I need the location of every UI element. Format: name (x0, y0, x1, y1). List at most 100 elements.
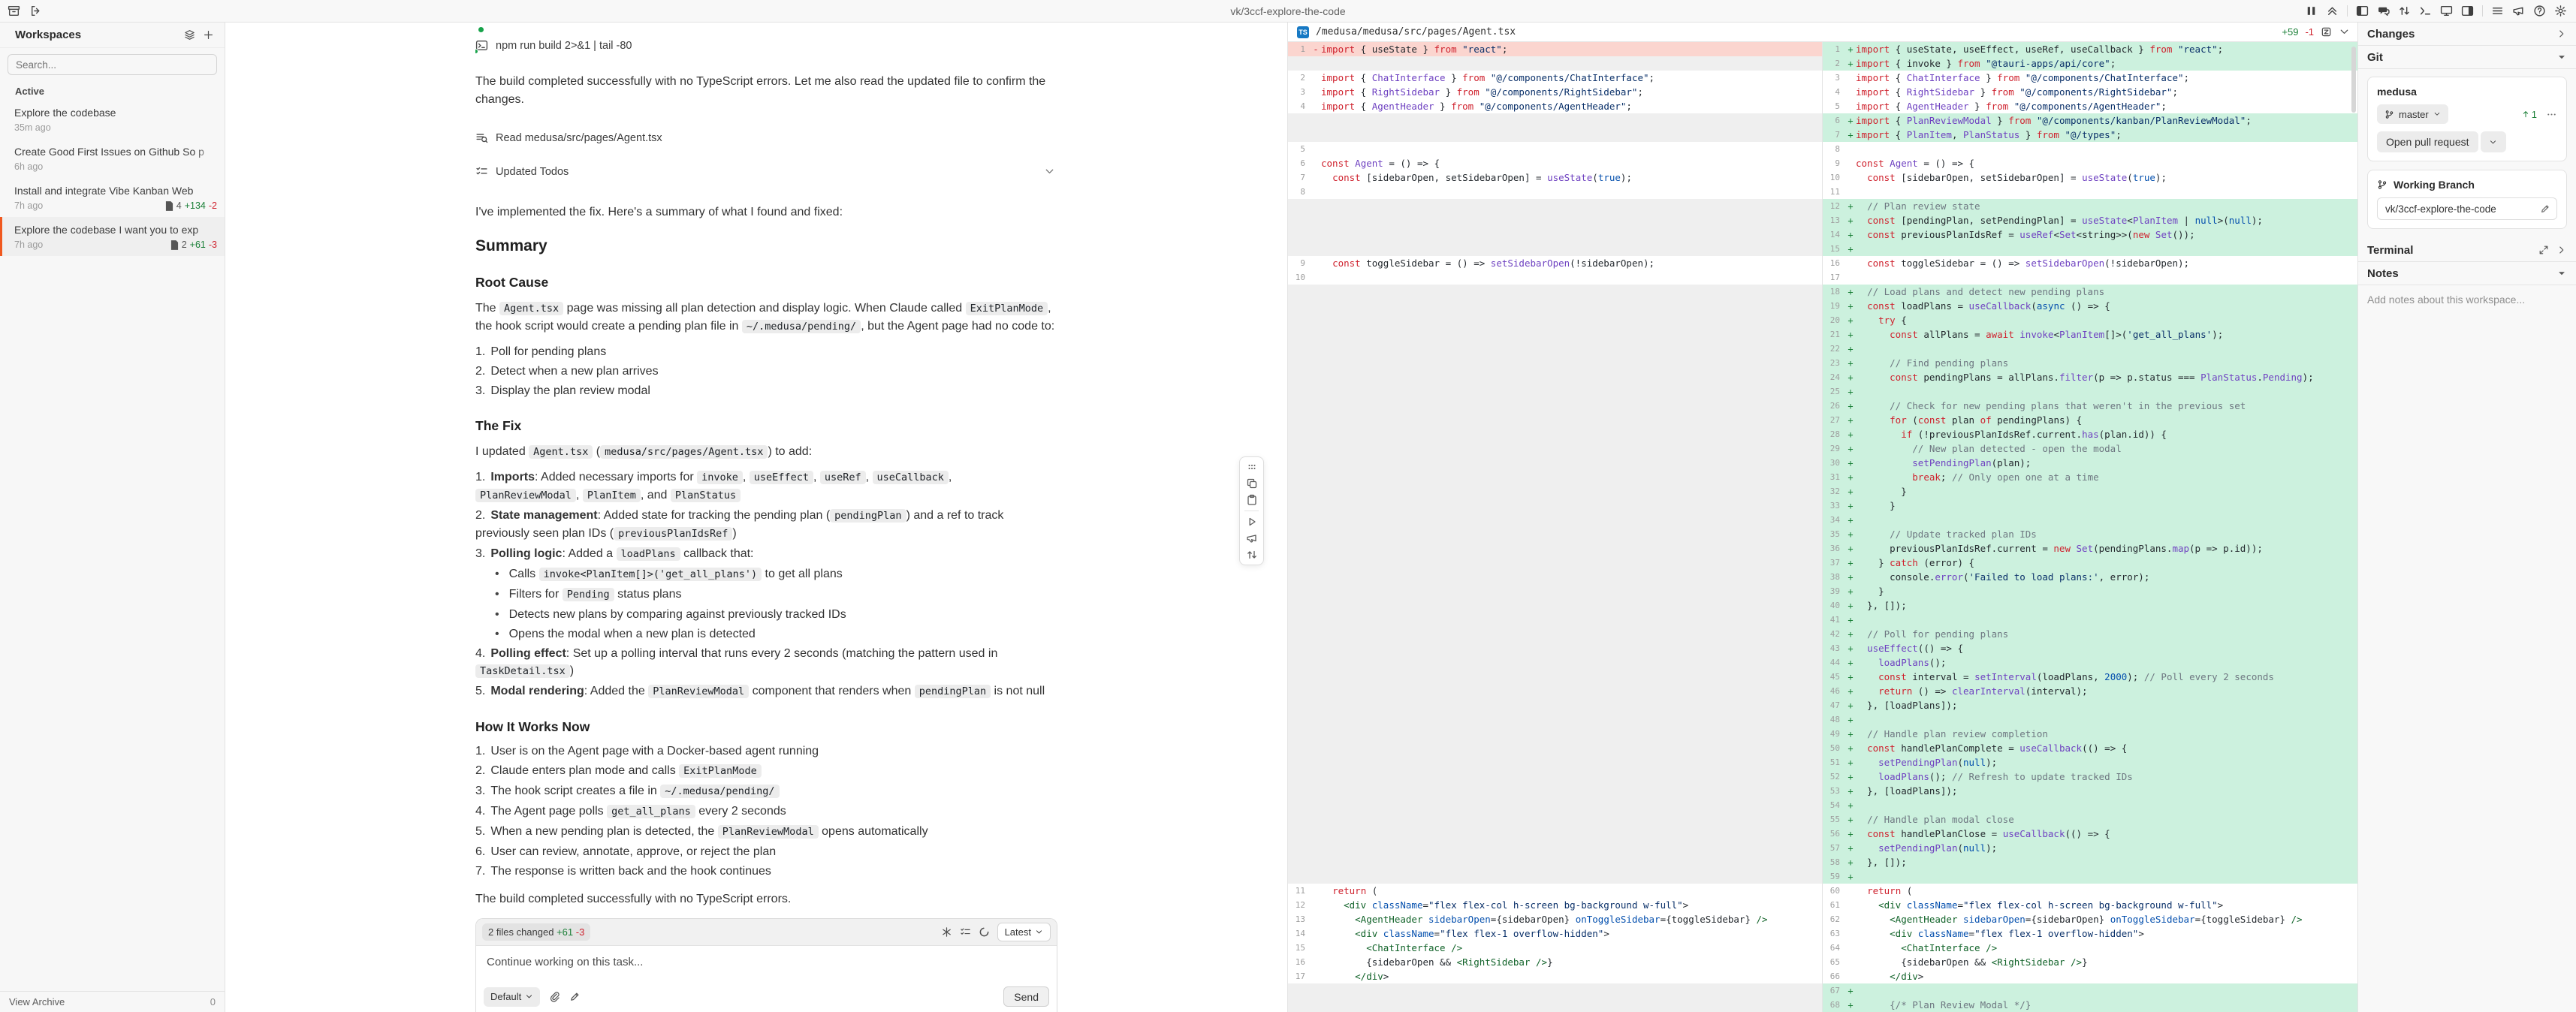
spark-icon[interactable] (941, 926, 952, 938)
megaphone-icon[interactable] (2512, 5, 2525, 17)
edit-pencil-icon[interactable] (2540, 203, 2550, 214)
typescript-file-icon: TS (1297, 26, 1309, 38)
archive-icon[interactable] (8, 5, 20, 17)
git-label: Git (2367, 51, 2383, 64)
success-dot (475, 49, 478, 54)
diff-filler-row (1288, 741, 1822, 755)
commits-ahead-badge: 1 (2521, 109, 2537, 120)
list-item: 7.The response is written back and the h… (475, 863, 1055, 880)
add-workspace-icon[interactable] (203, 29, 214, 41)
composer-footer: Default Send (484, 986, 1049, 1007)
drag-handle-icon[interactable] (1246, 461, 1258, 473)
diff-filler-row (1288, 213, 1822, 227)
chat-heading: Root Cause (475, 274, 1055, 291)
collapse-unchanged-icon[interactable] (2321, 26, 2332, 38)
list-item: 2.Claude enters plan mode and calls Exit… (475, 762, 1055, 780)
clipboard-icon[interactable] (1246, 494, 1258, 506)
chevrons-up-icon[interactable] (2326, 5, 2339, 17)
git-compare-icon[interactable] (2398, 5, 2411, 17)
text: every 2 seconds (695, 805, 786, 818)
announce-icon[interactable] (1246, 532, 1258, 544)
terminal-icon[interactable] (2419, 5, 2432, 17)
latest-dropdown[interactable]: Latest (997, 923, 1051, 941)
send-button[interactable]: Send (1003, 986, 1049, 1007)
layers-icon[interactable] (184, 29, 195, 41)
workspace-item[interactable]: Install and integrate Vibe Kanban Web7h … (0, 178, 225, 217)
workspace-item[interactable]: Create Good First Issues on Github So p6… (0, 139, 225, 178)
diff-filler-row (1288, 370, 1822, 384)
diff-row: 9 const toggleSidebar = () => setSidebar… (1288, 256, 1822, 270)
text: Claude enters plan mode and calls (490, 764, 679, 777)
inline-code: useCallback (873, 471, 949, 484)
diff-new-column: 1+import { useState, useEffect, useRef, … (1823, 42, 2357, 1012)
compare-arrows-icon[interactable] (1246, 549, 1258, 561)
open-pr-button[interactable]: Open pull request (2377, 131, 2478, 152)
changes-section-header[interactable]: Changes (2358, 23, 2576, 46)
pen-icon[interactable] (569, 991, 581, 1002)
list-marker: • (495, 608, 499, 621)
text: status plans (614, 588, 682, 601)
diff-filler-row (1288, 556, 1822, 570)
play-icon[interactable] (1246, 516, 1258, 528)
workspace-item[interactable]: Explore the codebase I want you to exp7h… (0, 217, 225, 256)
files-changed-badge[interactable]: 2 files changed +61 -3 (482, 923, 590, 941)
text: , but the Agent page had no code to: (861, 320, 1054, 333)
git-section-body: medusa master 1 Open pull request (2358, 69, 2576, 239)
inline-code: PlanStatus (671, 489, 741, 502)
list-item: 1.User is on the Agent page with a Docke… (475, 742, 1055, 760)
attach-icon[interactable] (549, 991, 560, 1002)
pause-icon[interactable] (2305, 5, 2318, 17)
diff-row: 26+ // Check for new pending plans that … (1823, 399, 2357, 413)
mode-label: Default (490, 991, 521, 1002)
chat-paragraph: I updated Agent.tsx (medusa/src/pages/Ag… (475, 443, 1055, 461)
diff-row: 3import { ChatInterface } from "@/compon… (1823, 71, 2357, 85)
tool-call-row[interactable]: Read medusa/src/pages/Agent.tsx (475, 131, 1055, 144)
diff-filler-row (1288, 727, 1822, 741)
sign-out-icon[interactable] (29, 5, 42, 17)
branch-selector[interactable]: master (2377, 104, 2448, 124)
workspace-item[interactable]: Explore the codebase35m ago (0, 100, 225, 139)
tool-call-row[interactable]: npm run build 2>&1 | tail -80 (475, 39, 1055, 52)
menu-icon[interactable] (2491, 5, 2504, 17)
git-section-header[interactable]: Git (2358, 46, 2576, 69)
diff-row: 4import { RightSidebar } from "@/compone… (1823, 85, 2357, 99)
diff-row: 39+ } (1823, 584, 2357, 598)
working-branch-input[interactable] (2384, 203, 2540, 215)
settings-gear-icon[interactable] (2554, 5, 2567, 17)
search-input[interactable] (8, 54, 217, 75)
copy-icon[interactable] (1246, 477, 1258, 489)
panel-left-icon[interactable] (2356, 5, 2369, 17)
diff-row: 5 (1288, 142, 1822, 156)
pr-dropdown-button[interactable] (2481, 131, 2506, 152)
more-options-icon[interactable] (2546, 109, 2557, 120)
terminal-section-header[interactable]: Terminal (2358, 239, 2576, 262)
list-marker: 5. (475, 825, 485, 838)
monitor-icon[interactable] (2440, 5, 2453, 17)
notes-placeholder[interactable]: Add notes about this workspace... (2358, 285, 2576, 314)
diff-file-path: /medusa/medusa/src/pages/Agent.tsx (1316, 26, 1516, 38)
mode-dropdown[interactable]: Default (484, 987, 540, 1007)
message-input[interactable]: Continue working on this task... (476, 946, 1057, 968)
deletions-count: -3 (576, 926, 585, 938)
app-window: vk/3ccf-explore-the-code Workspaces (0, 0, 2576, 1012)
panel-right-icon[interactable] (2461, 5, 2474, 17)
git-branch-icon (2377, 179, 2387, 190)
diff-row: 14 <div className="flex flex-1 overflow-… (1288, 926, 1822, 941)
diff-deletions: -1 (2305, 26, 2314, 38)
text: Display the plan review modal (490, 384, 650, 397)
expand-icon[interactable] (2538, 245, 2549, 255)
chevron-down-icon[interactable] (1044, 166, 1055, 177)
diff-filler-row (1288, 641, 1822, 655)
diff-scrollbar[interactable] (2351, 47, 2356, 113)
comments-icon[interactable] (2377, 5, 2390, 17)
todo-list-icon[interactable] (960, 926, 971, 938)
sidebar-footer: View Archive 0 (0, 991, 225, 1012)
titlebar-divider (2482, 5, 2483, 17)
view-archive-link[interactable]: View Archive (9, 996, 65, 1007)
tool-call-row[interactable]: Updated Todos (475, 165, 1055, 178)
inline-code: PlanItem (583, 489, 641, 502)
help-icon[interactable] (2533, 5, 2546, 17)
chevron-down-icon[interactable] (2339, 26, 2350, 38)
notes-section-header[interactable]: Notes (2358, 262, 2576, 285)
text: The hook script creates a file in (490, 785, 660, 797)
